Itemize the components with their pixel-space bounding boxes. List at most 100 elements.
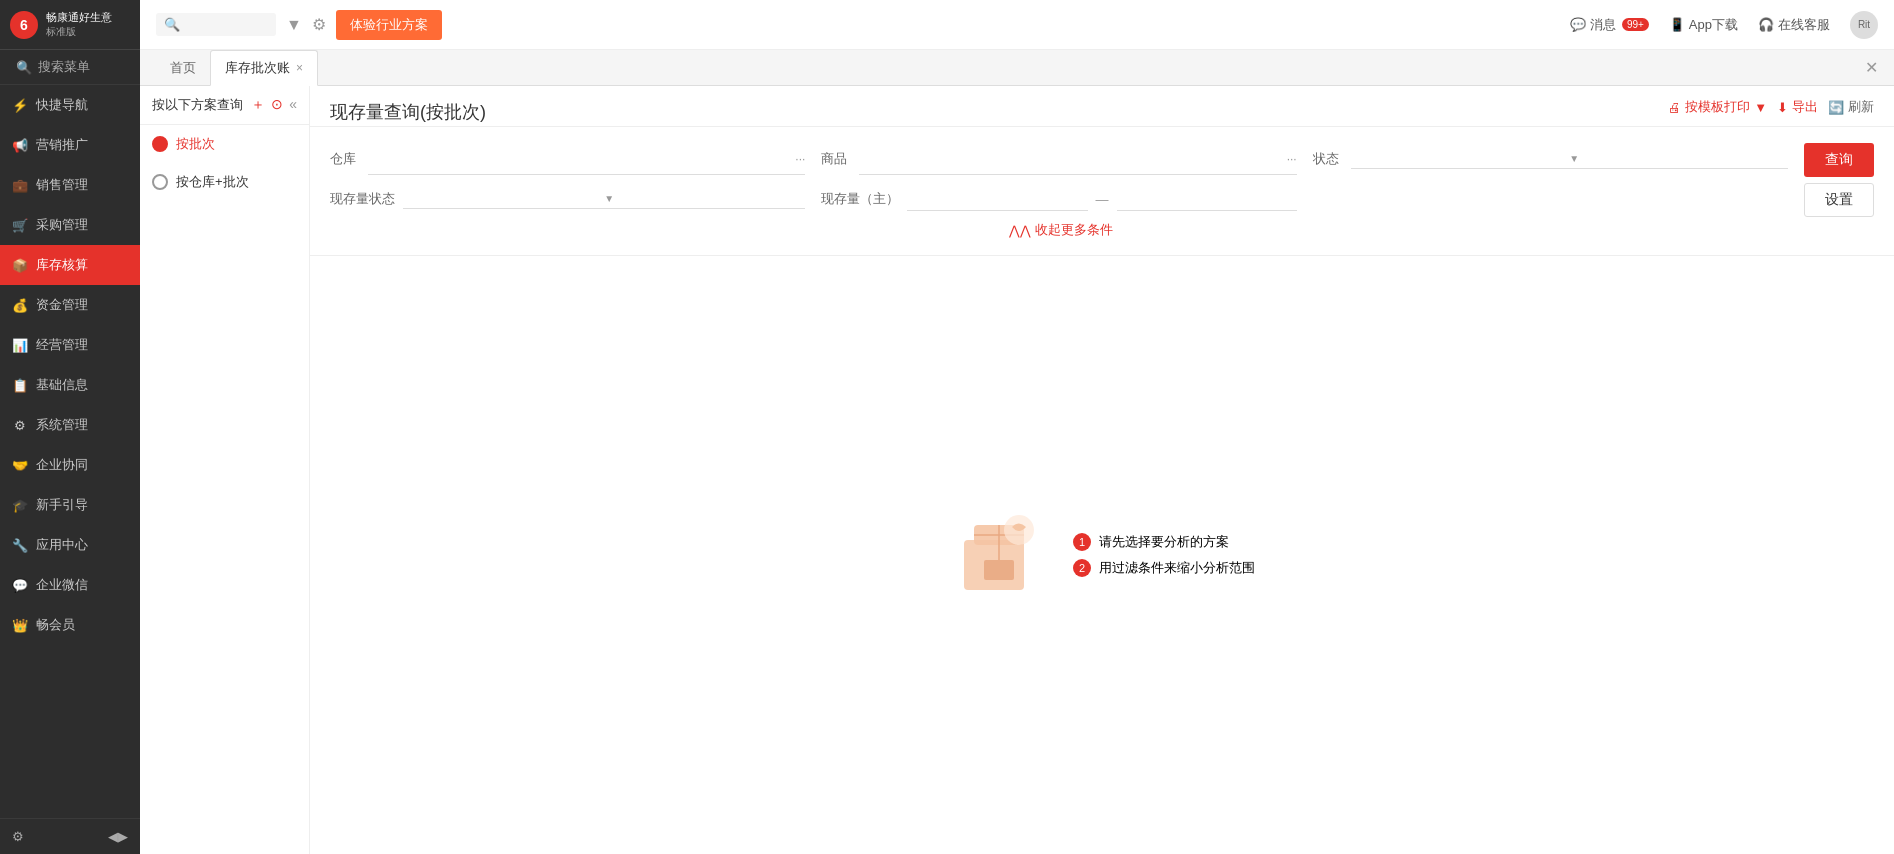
stock-main-min-input[interactable] xyxy=(907,187,1087,211)
tab-close-icon[interactable]: × xyxy=(296,61,303,75)
tip-item-2: 2 用过滤条件来缩小分析范围 xyxy=(1073,559,1255,577)
messages-action[interactable]: 💬 消息 99+ xyxy=(1570,16,1649,34)
tab-home[interactable]: 首页 xyxy=(156,50,210,86)
sidebar-item-marketing[interactable]: 📢 营销推广 xyxy=(0,125,140,165)
purchase-icon: 🛒 xyxy=(10,215,30,235)
collab-label: 企业协同 xyxy=(36,456,88,474)
app-version: 标准版 xyxy=(46,25,112,39)
collapse-up-icon: ⋀⋀ xyxy=(1009,223,1031,238)
export-label: 导出 xyxy=(1792,98,1818,116)
svg-rect-2 xyxy=(984,560,1014,580)
search-menu[interactable]: 🔍 搜索菜单 xyxy=(0,50,140,85)
left-panel-header: 按以下方案查询 ＋ ⊙ « xyxy=(140,86,309,125)
online-service-action[interactable]: 🎧 在线客服 xyxy=(1758,16,1830,34)
topbar-search-input[interactable] xyxy=(180,18,260,32)
guide-icon: 🎓 xyxy=(10,495,30,515)
refresh-btn[interactable]: 🔄 刷新 xyxy=(1828,98,1874,116)
goods-input-box[interactable]: ··· xyxy=(859,143,1296,175)
status-filter: 状态 ▼ xyxy=(1313,149,1788,169)
sidebar-settings-btn[interactable]: ⚙ xyxy=(10,827,26,846)
tab-batch-account[interactable]: 库存批次账 × xyxy=(210,50,318,86)
inventory-icon: 📦 xyxy=(10,255,30,275)
sidebar-item-operations[interactable]: 📊 经营管理 xyxy=(0,325,140,365)
warehouse-filter: 仓库 ··· xyxy=(330,143,805,175)
settings-btn[interactable]: 设置 xyxy=(1804,183,1874,217)
sidebar-item-basics[interactable]: 📋 基础信息 xyxy=(0,365,140,405)
tab-close-global-icon[interactable]: ✕ xyxy=(1865,58,1878,77)
sales-icon: 💼 xyxy=(10,175,30,195)
goods-more-icon[interactable]: ··· xyxy=(1287,152,1297,166)
user-avatar-action[interactable]: Rit xyxy=(1850,11,1878,39)
purchase-label: 采购管理 xyxy=(36,216,88,234)
sidebar-item-sales[interactable]: 💼 销售管理 xyxy=(0,165,140,205)
messages-badge: 99+ xyxy=(1622,18,1649,31)
collapse-label: 收起更多条件 xyxy=(1035,221,1113,239)
main-area: 🔍 ▼ ⚙ 体验行业方案 💬 消息 99+ 📱 App下载 🎧 在线客服 xyxy=(140,0,1894,854)
print-btn[interactable]: 🖨 按模板打印 ▼ xyxy=(1668,98,1767,116)
stock-main-max-input[interactable] xyxy=(1117,187,1297,211)
operations-icon: 📊 xyxy=(10,335,30,355)
export-btn[interactable]: ⬇ 导出 xyxy=(1777,98,1818,116)
tip-num-2: 2 xyxy=(1073,559,1091,577)
wechat-label: 企业微信 xyxy=(36,576,88,594)
topbar-settings-icon[interactable]: ⚙ xyxy=(312,15,326,34)
add-scheme-icon[interactable]: ＋ xyxy=(251,96,265,114)
topbar: 🔍 ▼ ⚙ 体验行业方案 💬 消息 99+ 📱 App下载 🎧 在线客服 xyxy=(140,0,1894,50)
app-logo: 6 xyxy=(10,11,38,39)
marketing-label: 营销推广 xyxy=(36,136,88,154)
topbar-right: 💬 消息 99+ 📱 App下载 🎧 在线客服 Rit xyxy=(1570,11,1878,39)
query-btn[interactable]: 查询 xyxy=(1804,143,1874,177)
collapse-more-btn[interactable]: ⋀⋀ 收起更多条件 xyxy=(330,221,1788,239)
page-header: 现存量查询(按批次) 🖨 按模板打印 ▼ ⬇ 导出 🔄 刷新 xyxy=(310,86,1894,127)
status-select[interactable]: ▼ xyxy=(1351,149,1788,169)
search-icon: 🔍 xyxy=(16,60,32,75)
scheme-warehouse-batch[interactable]: 按仓库+批次 xyxy=(140,163,309,201)
sidebar-item-finance[interactable]: 💰 资金管理 xyxy=(0,285,140,325)
print-label: 按模板打印 xyxy=(1685,98,1750,116)
guide-label: 新手引导 xyxy=(36,496,88,514)
sidebar-item-collab[interactable]: 🤝 企业协同 xyxy=(0,445,140,485)
sidebar-item-purchase[interactable]: 🛒 采购管理 xyxy=(0,205,140,245)
print-arrow-icon: ▼ xyxy=(1754,100,1767,115)
goods-input[interactable] xyxy=(859,147,1282,170)
sidebar-item-system[interactable]: ⚙ 系统管理 xyxy=(0,405,140,445)
app-download-action[interactable]: 📱 App下载 xyxy=(1669,16,1738,34)
warehouse-input[interactable] xyxy=(368,147,791,170)
page-content: 按以下方案查询 ＋ ⊙ « 按批次 按仓库+批次 现存量查询(按批次) xyxy=(140,86,1894,854)
scheme-warehouse-dot xyxy=(152,174,168,190)
tabbar: 首页 库存批次账 × ✕ xyxy=(140,50,1894,86)
sidebar-item-members[interactable]: 👑 畅会员 xyxy=(0,605,140,645)
warehouse-input-box[interactable]: ··· xyxy=(368,143,805,175)
scheme-batch-dot xyxy=(152,136,168,152)
stock-main-range: — xyxy=(907,187,1296,211)
scheme-warehouse-batch-label: 按仓库+批次 xyxy=(176,173,249,191)
system-icon: ⚙ xyxy=(10,415,30,435)
export-icon: ⬇ xyxy=(1777,100,1788,115)
operations-label: 经营管理 xyxy=(36,336,88,354)
stock-status-filter: 现存量状态 ▼ xyxy=(330,189,805,209)
app-name: 畅康通好生意 xyxy=(46,10,112,24)
topbar-search-box[interactable]: 🔍 xyxy=(156,13,276,36)
scheme-batch-label: 按批次 xyxy=(176,135,215,153)
left-panel-actions: ＋ ⊙ « xyxy=(251,96,297,114)
page-title: 现存量查询(按批次) xyxy=(330,100,486,124)
sidebar-item-inventory[interactable]: 📦 库存核算 xyxy=(0,245,140,285)
stock-status-select[interactable]: ▼ xyxy=(403,189,805,209)
messages-label: 消息 xyxy=(1590,16,1616,34)
topbar-gear-icon[interactable]: ▼ xyxy=(286,16,302,34)
scheme-batch[interactable]: 按批次 xyxy=(140,125,309,163)
apps-label: 应用中心 xyxy=(36,536,88,554)
sidebar-collapse-btn[interactable]: ◀▶ xyxy=(106,827,130,846)
sidebar-item-wechat[interactable]: 💬 企业微信 xyxy=(0,565,140,605)
finance-icon: 💰 xyxy=(10,295,30,315)
sidebar-item-guide[interactable]: 🎓 新手引导 xyxy=(0,485,140,525)
warehouse-more-icon[interactable]: ··· xyxy=(795,152,805,166)
sidebar-item-apps[interactable]: 🔧 应用中心 xyxy=(0,525,140,565)
collapse-panel-icon[interactable]: « xyxy=(289,96,297,114)
tip-text-2: 用过滤条件来缩小分析范围 xyxy=(1099,559,1255,577)
settings-scheme-icon[interactable]: ⊙ xyxy=(271,96,283,114)
trial-btn[interactable]: 体验行业方案 xyxy=(336,10,442,40)
refresh-icon: 🔄 xyxy=(1828,100,1844,115)
sidebar-item-shortcuts[interactable]: ⚡ 快捷导航 xyxy=(0,85,140,125)
headset-icon: 🎧 xyxy=(1758,17,1774,32)
